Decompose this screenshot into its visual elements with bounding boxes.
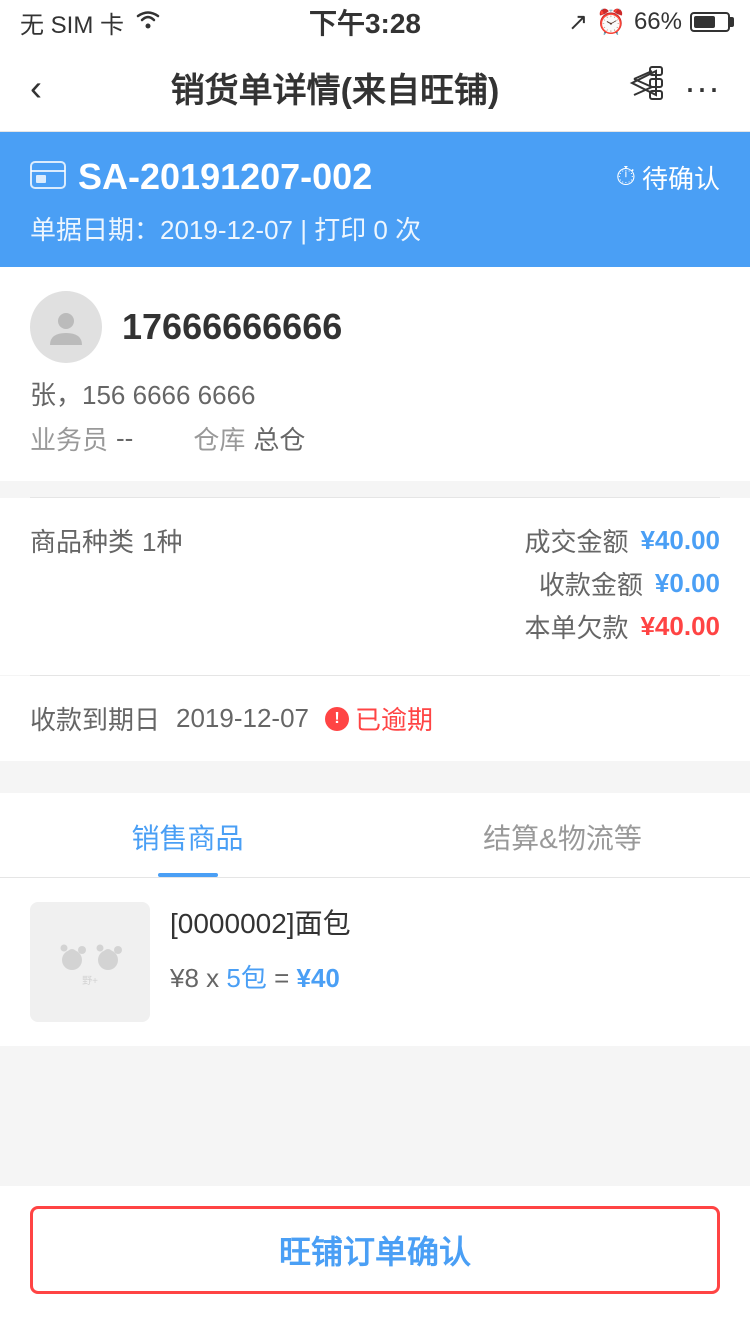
- product-section: 野+ [0000002]面包 ¥8 x 5包 = ¥40: [0, 878, 750, 1046]
- overdue-text: 已逾期: [355, 700, 433, 737]
- product-item: 野+ [0000002]面包 ¥8 x 5包 = ¥40: [0, 878, 750, 1046]
- product-type-label: 商品种类: [30, 522, 134, 559]
- order-icon: [30, 156, 66, 198]
- customer-section: 17666666666 张，156 6666 6666 业务员 -- 仓库 总仓: [0, 267, 750, 481]
- clock-icon: ⏱: [616, 161, 636, 193]
- summary-section: 商品种类 1种 成交金额 ¥40.00 收款金额 ¥0.00 本单欠款 ¥40.…: [0, 498, 750, 675]
- status-time: 下午3:28: [309, 2, 421, 42]
- multiply-sign: x: [206, 963, 226, 993]
- location-icon: ↗: [568, 8, 588, 37]
- share-icon[interactable]: [628, 65, 664, 110]
- section-divider: [0, 761, 750, 777]
- tabs: 销售商品 结算&物流等: [0, 793, 750, 878]
- due-date-label: 收款到期日: [30, 700, 160, 737]
- product-info: [0000002]面包 ¥8 x 5包 = ¥40: [170, 902, 720, 995]
- order-id: SA-20191207-002: [30, 156, 372, 198]
- equals-sign: =: [274, 963, 296, 993]
- wifi-icon: [134, 8, 162, 36]
- page-title: 销货单详情(来自旺铺): [171, 63, 500, 112]
- status-left: 无 SIM 卡: [20, 5, 162, 40]
- alarm-icon: ⏰: [596, 8, 626, 37]
- battery-text: 66%: [634, 8, 682, 36]
- transaction-label: 成交金额: [524, 522, 628, 559]
- order-date: 单据日期：2019-12-07 | 打印 0 次: [30, 210, 720, 247]
- total-price: ¥40: [297, 963, 340, 993]
- status-right: ↗ ⏰ 66%: [568, 8, 730, 37]
- quantity: 5包: [226, 963, 266, 993]
- warehouse-value: 总仓: [253, 420, 305, 457]
- confirm-order-button[interactable]: 旺铺订单确认: [30, 1206, 720, 1294]
- customer-avatar: [30, 291, 102, 363]
- tab-settlement[interactable]: 结算&物流等: [375, 793, 750, 877]
- status-bar: 无 SIM 卡 下午3:28 ↗ ⏰ 66%: [0, 0, 750, 44]
- battery-icon: [690, 12, 730, 32]
- product-name: [0000002]面包: [170, 902, 720, 942]
- customer-name: 张，156 6666 6666: [30, 375, 720, 412]
- transaction-amount: ¥40.00: [640, 525, 720, 556]
- overdue-badge: ! 已逾期: [325, 700, 433, 737]
- nav-bar: ‹ 销货单详情(来自旺铺) ···: [0, 44, 750, 132]
- balance-amount: ¥40.00: [640, 611, 720, 642]
- back-button[interactable]: ‹: [30, 67, 42, 109]
- nav-actions: ···: [628, 65, 720, 110]
- due-date-value: 2019-12-07: [176, 703, 309, 734]
- salesperson-label: 业务员: [30, 420, 108, 457]
- product-price: ¥8 x 5包 = ¥40: [170, 958, 720, 995]
- balance-label: 本单欠款: [524, 608, 628, 645]
- salesperson-value: --: [116, 423, 133, 454]
- more-icon[interactable]: ···: [684, 67, 720, 109]
- tab-sales-products[interactable]: 销售商品: [0, 793, 375, 877]
- svg-text:野+: 野+: [82, 975, 98, 987]
- due-section: 收款到期日 2019-12-07 ! 已逾期: [0, 676, 750, 761]
- summary-right: 成交金额 ¥40.00 收款金额 ¥0.00 本单欠款 ¥40.00: [524, 522, 720, 651]
- order-status: ⏱ 待确认: [616, 159, 720, 196]
- receipt-label: 收款金额: [539, 565, 643, 602]
- warehouse-label: 仓库: [193, 420, 245, 457]
- receipt-amount: ¥0.00: [655, 568, 720, 599]
- customer-meta: 业务员 -- 仓库 总仓: [30, 420, 720, 457]
- carrier-text: 无 SIM 卡: [20, 5, 124, 40]
- order-header: SA-20191207-002 ⏱ 待确认 单据日期：2019-12-07 | …: [0, 132, 750, 267]
- product-thumbnail: 野+: [30, 902, 150, 1022]
- bottom-bar: 旺铺订单确认: [0, 1186, 750, 1334]
- product-type-value: 1种: [142, 522, 182, 559]
- unit-price: ¥8: [170, 963, 199, 993]
- overdue-icon: !: [325, 707, 349, 731]
- customer-phone: 17666666666: [122, 306, 342, 348]
